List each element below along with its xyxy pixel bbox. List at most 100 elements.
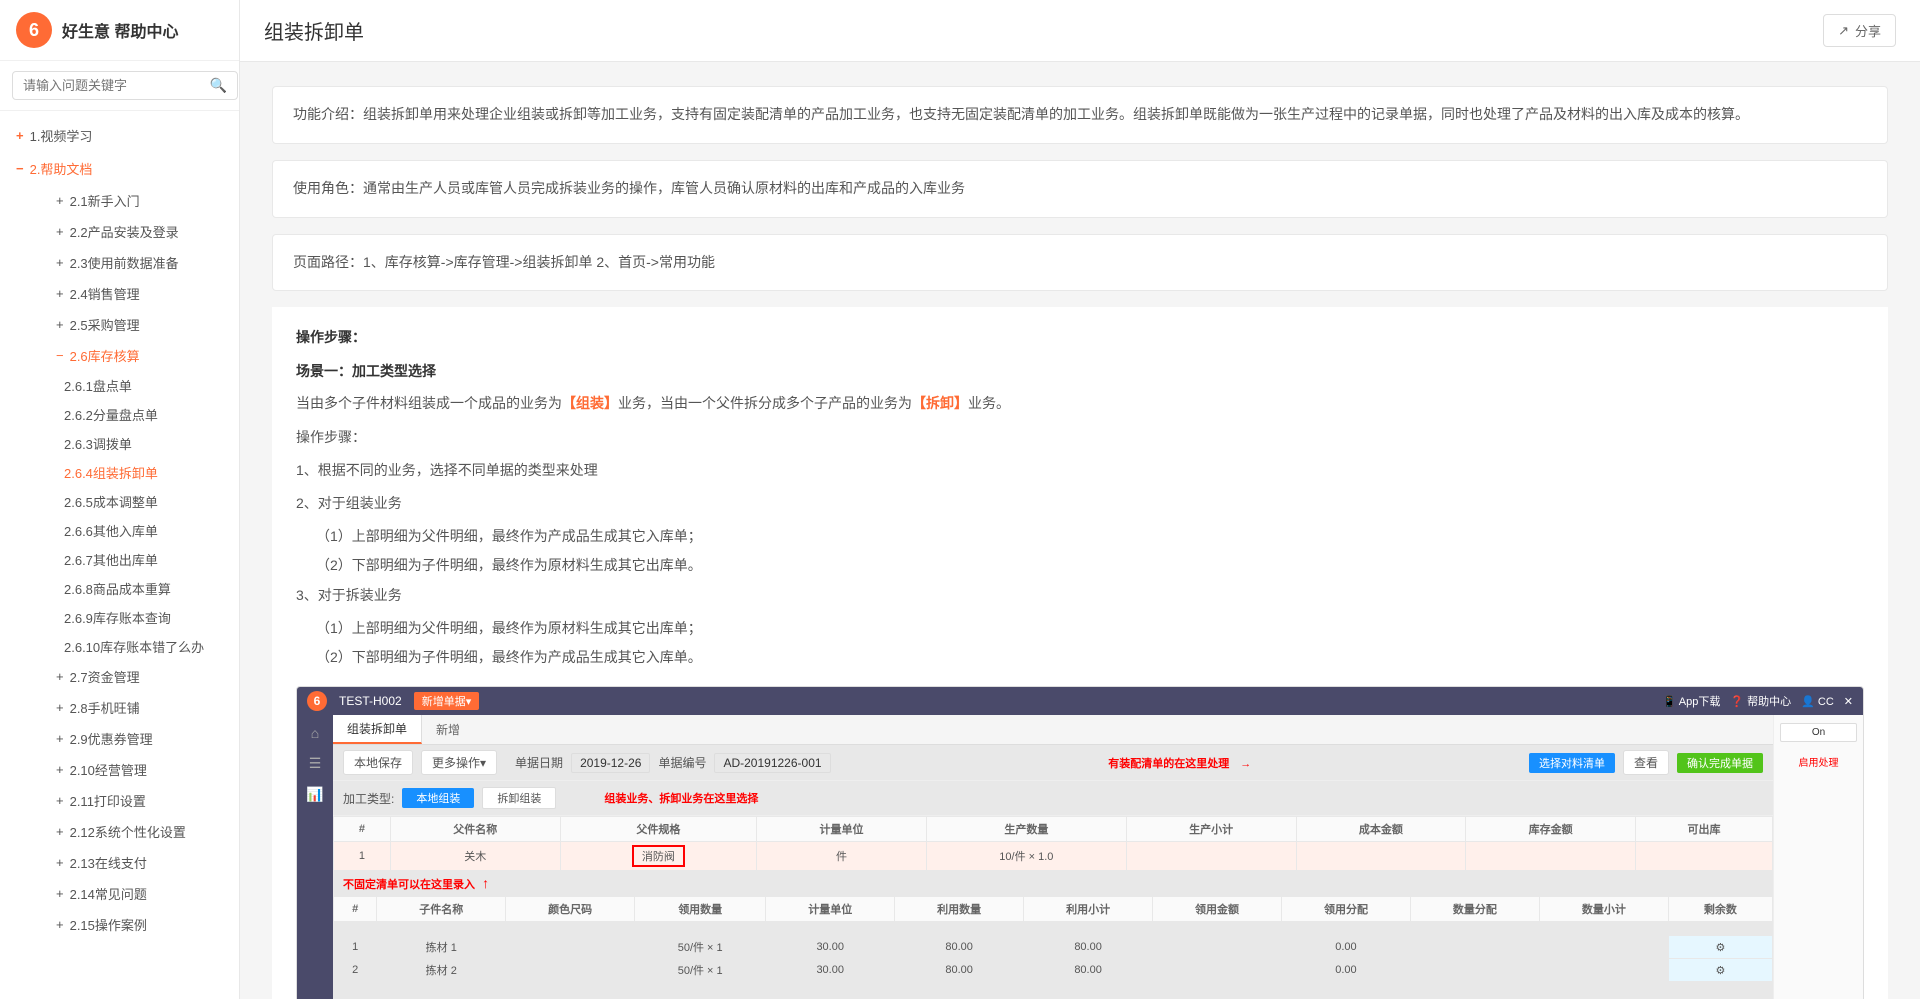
- sidebar-item-transfer[interactable]: 2.6.3调拨单: [48, 429, 239, 458]
- sidebar-item-install[interactable]: + 2.2产品安装及登录: [32, 216, 239, 247]
- step1: 1、根据不同的业务，选择不同单据的类型来处理: [296, 458, 1864, 483]
- sidebar-item-finance[interactable]: + 2.7资金管理: [32, 661, 239, 692]
- close-icon[interactable]: ✕: [1844, 695, 1853, 708]
- app-id: TEST-H002: [339, 694, 402, 708]
- confirm-btn[interactable]: 确认完成单据: [1677, 753, 1763, 773]
- cell-name: 关木: [390, 842, 560, 871]
- titlebar-left: 6 TEST-H002 新增单据▾: [307, 691, 479, 711]
- sidebar-item-label: 2.1新手入门: [70, 191, 140, 210]
- sidebar-item-coupon[interactable]: + 2.9优惠券管理: [32, 723, 239, 754]
- sidebar-item-beginner[interactable]: + 2.1新手入门: [32, 185, 239, 216]
- main: 组装拆卸单 ↗ 分享 功能介绍：组装拆卸单用来处理企业组装或拆卸等加工业务，支持…: [240, 0, 1920, 999]
- sidebar-item-mobile[interactable]: + 2.8手机旺铺: [32, 692, 239, 723]
- sidebar-item-cost-adj[interactable]: 2.6.5成本调整单: [48, 487, 239, 516]
- sidebar-item-other-in[interactable]: 2.6.6其他入库单: [48, 516, 239, 545]
- col-prod-qty: 生产数量: [926, 817, 1126, 842]
- intro-block: 功能介绍：组装拆卸单用来处理企业组装或拆卸等加工业务，支持有固定装配清单的产品加…: [272, 86, 1888, 144]
- col-prod-sub: 生产小计: [1126, 817, 1296, 842]
- intro-text: 功能介绍：组装拆卸单用来处理企业组装或拆卸等加工业务，支持有固定装配清单的产品加…: [293, 103, 1867, 127]
- step3-2: （2）下部明细为子件明细，最终作为产成品生成其它入库单。: [296, 645, 1864, 670]
- sidebar-header: 6 好生意 帮助中心: [0, 0, 239, 61]
- tab-assembly[interactable]: 组装拆卸单: [333, 715, 422, 744]
- app-logo: 6: [307, 691, 327, 711]
- arrow-right: →: [1240, 758, 1251, 770]
- sidebar-item-cases[interactable]: + 2.15操作案例: [32, 909, 239, 940]
- sidebar-item-inventory[interactable]: − 2.6库存核算: [32, 340, 239, 371]
- sidebar-item-purchase[interactable]: + 2.5采购管理: [32, 309, 239, 340]
- tab-new[interactable]: 新增: [422, 716, 474, 743]
- save-draft-btn[interactable]: 本地保存: [343, 750, 413, 775]
- sidebar-item-payment[interactable]: + 2.13在线支付: [32, 847, 239, 878]
- expand-icon: +: [56, 193, 64, 208]
- sidebar-item-label: 2.3使用前数据准备: [70, 253, 179, 272]
- sidebar-item-video[interactable]: + 1.视频学习: [0, 119, 239, 152]
- expand-icon: +: [56, 731, 64, 746]
- new-btn[interactable]: 新增单据▾: [414, 692, 480, 710]
- cell-avail: [1635, 842, 1772, 871]
- annotation-5: 不固定清单可以在这里录入: [343, 879, 475, 891]
- type-label: 加工类型:: [343, 790, 394, 807]
- disassembly-btn[interactable]: 拆卸组装: [482, 787, 556, 809]
- sidebar-item-other-out[interactable]: 2.6.7其他出库单: [48, 545, 239, 574]
- local-assembly-btn[interactable]: 本地组装: [402, 788, 474, 808]
- expand-icon: +: [56, 286, 64, 301]
- ops-title: 操作步骤：: [296, 327, 1864, 347]
- upper-table-section: # 父件名称 父件规格 计量单位 生产数量 生产小计 成本金额 库存金额: [333, 816, 1773, 871]
- step3: 3、对于拆装业务: [296, 583, 1864, 608]
- cell-cost-amt: [1296, 842, 1466, 871]
- lower-table-section: # 子件名称 颜色尺码 领用数量 计量单位 利用数量 利用小计 领用金额: [333, 896, 1773, 999]
- parent-table: # 父件名称 父件规格 计量单位 生产数量 生产小计 成本金额 库存金额: [333, 816, 1773, 871]
- col-parent-name: 父件名称: [390, 817, 560, 842]
- page-title: 组装拆卸单: [264, 16, 364, 45]
- cell-unit: 件: [757, 842, 927, 871]
- app-titlebar: 6 TEST-H002 新增单据▾ 📱 App下载 ❓ 帮助中心 👤 CC ✕: [297, 687, 1863, 715]
- more-btn[interactable]: 更多操作▾: [421, 750, 497, 775]
- col-num: #: [334, 817, 391, 842]
- path-block: 页面路径：1、库存核算->库存管理->组装拆卸单 2、首页->常用功能: [272, 234, 1888, 292]
- search-input[interactable]: [12, 71, 238, 100]
- screenshot-wrapper: 6 TEST-H002 新增单据▾ 📱 App下载 ❓ 帮助中心 👤 CC ✕: [296, 686, 1864, 999]
- expand-icon: +: [56, 762, 64, 777]
- sidebar-item-print[interactable]: + 2.11打印设置: [32, 785, 239, 816]
- app-icon: 📱 App下载: [1663, 693, 1721, 709]
- sidebar-item-sales[interactable]: + 2.4销售管理: [32, 278, 239, 309]
- sidebar-item-ops[interactable]: + 2.10经营管理: [32, 754, 239, 785]
- sidebar-item-help[interactable]: − 2.帮助文档: [0, 152, 239, 185]
- help-icon: ❓ 帮助中心: [1730, 693, 1791, 709]
- user-icon: 👤 CC: [1801, 695, 1834, 708]
- date-label: 单据日期: [515, 754, 563, 771]
- col-util-sub: 利用小计: [1024, 897, 1153, 922]
- cell-qty: 10/件 × 1.0: [926, 842, 1126, 871]
- sidebar-item-stocktake2[interactable]: 2.6.2分量盘点单: [48, 400, 239, 429]
- col-child-name: 子件名称: [377, 897, 506, 922]
- child-table-body: 1 拣材 1 50/件 × 1 30.00 80.00 80.00: [334, 922, 1773, 999]
- enable-toggle[interactable]: On: [1780, 723, 1857, 742]
- list-icon: ☰: [309, 755, 322, 772]
- step2: 2、对于组装业务: [296, 491, 1864, 516]
- nav-sub-inventory: 2.6.1盘点单 2.6.2分量盘点单 2.6.3调拨单 2.6.4组装拆卸单 …: [32, 371, 239, 661]
- sidebar-item-assembly[interactable]: 2.6.4组装拆卸单: [48, 458, 239, 487]
- parent-table-header: # 父件名称 父件规格 计量单位 生产数量 生产小计 成本金额 库存金额: [334, 817, 1773, 842]
- annotation-1: 有装配清单的在这里处理 →: [839, 755, 1521, 771]
- sidebar-item-ledger-error[interactable]: 2.6.10库存账本错了么办: [48, 632, 239, 661]
- expand-icon: +: [16, 128, 24, 143]
- sidebar-item-faq[interactable]: + 2.14常见问题: [32, 878, 239, 909]
- sidebar-item-stocktake[interactable]: 2.6.1盘点单: [48, 371, 239, 400]
- sidebar-item-cost-recalc[interactable]: 2.6.8商品成本重算: [48, 574, 239, 603]
- screenshot: 6 TEST-H002 新增单据▾ 📱 App下载 ❓ 帮助中心 👤 CC ✕: [296, 686, 1864, 999]
- table-row: [334, 994, 1773, 999]
- share-button[interactable]: ↗ 分享: [1823, 14, 1896, 47]
- expand-icon: +: [56, 255, 64, 270]
- expand-icon: +: [56, 886, 64, 901]
- expand-icon: +: [56, 224, 64, 239]
- sidebar-item-ledger[interactable]: 2.6.9库存账本查询: [48, 603, 239, 632]
- sidebar-item-label: 2.4销售管理: [70, 284, 140, 303]
- ops-steps-title: 操作步骤：: [296, 425, 1864, 450]
- view-btn[interactable]: 查看: [1623, 750, 1669, 775]
- col-stock-val: 库存金额: [1466, 817, 1636, 842]
- select-bom-btn[interactable]: 选择对料清单: [1529, 753, 1615, 773]
- annotation-5-row: 不固定清单可以在这里录入 ↑: [333, 871, 1773, 896]
- sidebar-item-data[interactable]: + 2.3使用前数据准备: [32, 247, 239, 278]
- home-icon: ⌂: [311, 725, 319, 741]
- sidebar-item-custom[interactable]: + 2.12系统个性化设置: [32, 816, 239, 847]
